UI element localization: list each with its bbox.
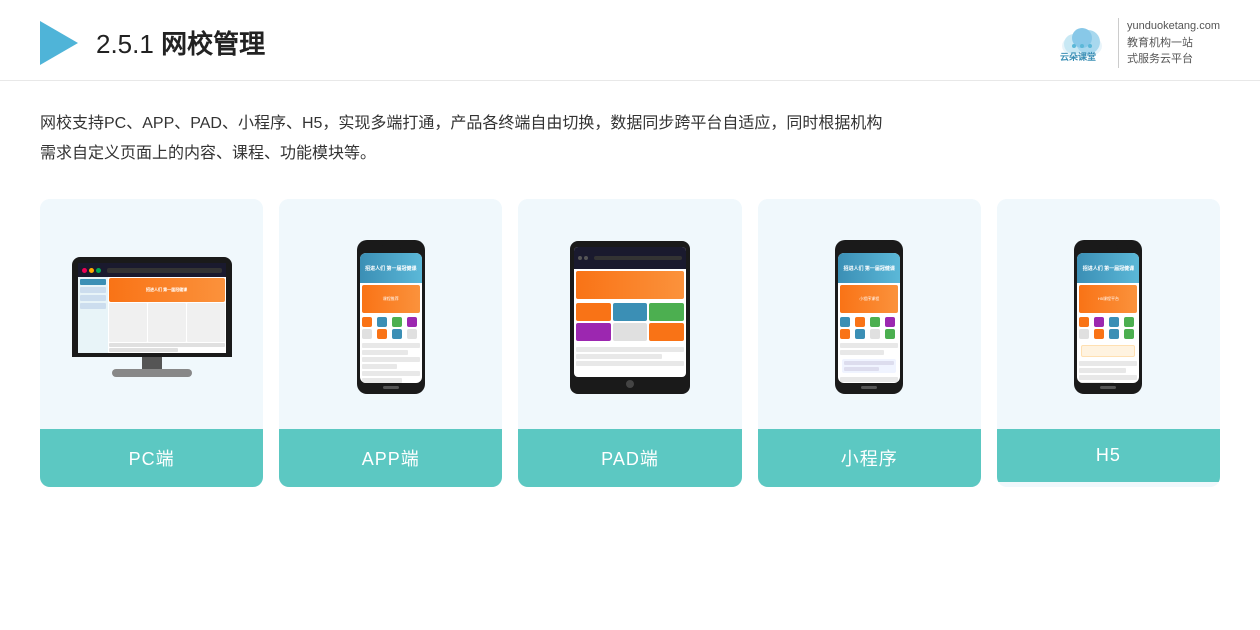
logo-triangle [40,21,78,65]
card-h5-image: 招进人们 第一届冠健课 H5课程平台 [997,199,1220,429]
card-app: 招进人们 第一届冠健课 课程推荐 [279,199,502,487]
card-pad-label: PAD端 [518,429,741,487]
cards-section: 招进人们 第一届冠健课 [0,179,1260,507]
brand-url: yunduoketang.com [1127,18,1220,35]
description-line1: 网校支持PC、APP、PAD、小程序、H5，实现多端打通，产品各终端自由切换，数… [40,109,1220,139]
card-miniapp-label: 小程序 [758,429,981,487]
phone-h5: 招进人们 第一届冠健课 H5课程平台 [1074,240,1142,394]
card-h5-label: H5 [997,429,1220,482]
card-pc-label: PC端 [40,429,263,487]
card-miniapp-image: 招进人们 第一届冠健课 小程序课程 [758,199,981,429]
card-app-label: APP端 [279,429,502,487]
description-section: 网校支持PC、APP、PAD、小程序、H5，实现多端打通，产品各终端自由切换，数… [0,81,1260,180]
brand-text: yunduoketang.com 教育机构一站 式服务云平台 [1118,18,1220,68]
description-line2: 需求自定义页面上的内容、课程、功能模块等。 [40,139,1220,169]
card-pc-image: 招进人们 第一届冠健课 [40,199,263,429]
card-pc: 招进人们 第一届冠健课 [40,199,263,487]
tablet-pad [570,241,690,394]
header: 2.5.1 网校管理 云朵课堂 yunduoketang.com 教育机构一站 … [0,0,1260,81]
section-number: 2.5.1 [96,29,154,59]
page-title-text: 网校管理 [161,29,265,59]
phone-miniapp: 招进人们 第一届冠健课 小程序课程 [835,240,903,394]
card-h5: 招进人们 第一届冠健课 H5课程平台 [997,199,1220,487]
card-pad: PAD端 [518,199,741,487]
pc-monitor: 招进人们 第一届冠健课 [72,257,232,377]
brand-tagline-1: 教育机构一站 [1127,35,1220,52]
card-pad-image [518,199,741,429]
page-title: 2.5.1 网校管理 [96,24,265,61]
brand-logo: 云朵课堂 yunduoketang.com 教育机构一站 式服务云平台 [1056,18,1220,68]
phone-app: 招进人们 第一届冠健课 课程推荐 [357,240,425,394]
brand-tagline-2: 式服务云平台 [1127,51,1220,68]
card-app-image: 招进人们 第一届冠健课 课程推荐 [279,199,502,429]
svg-text:云朵课堂: 云朵课堂 [1060,51,1096,62]
brand-icon: 云朵课堂 [1056,24,1108,62]
card-miniapp: 招进人们 第一届冠健课 小程序课程 [758,199,981,487]
